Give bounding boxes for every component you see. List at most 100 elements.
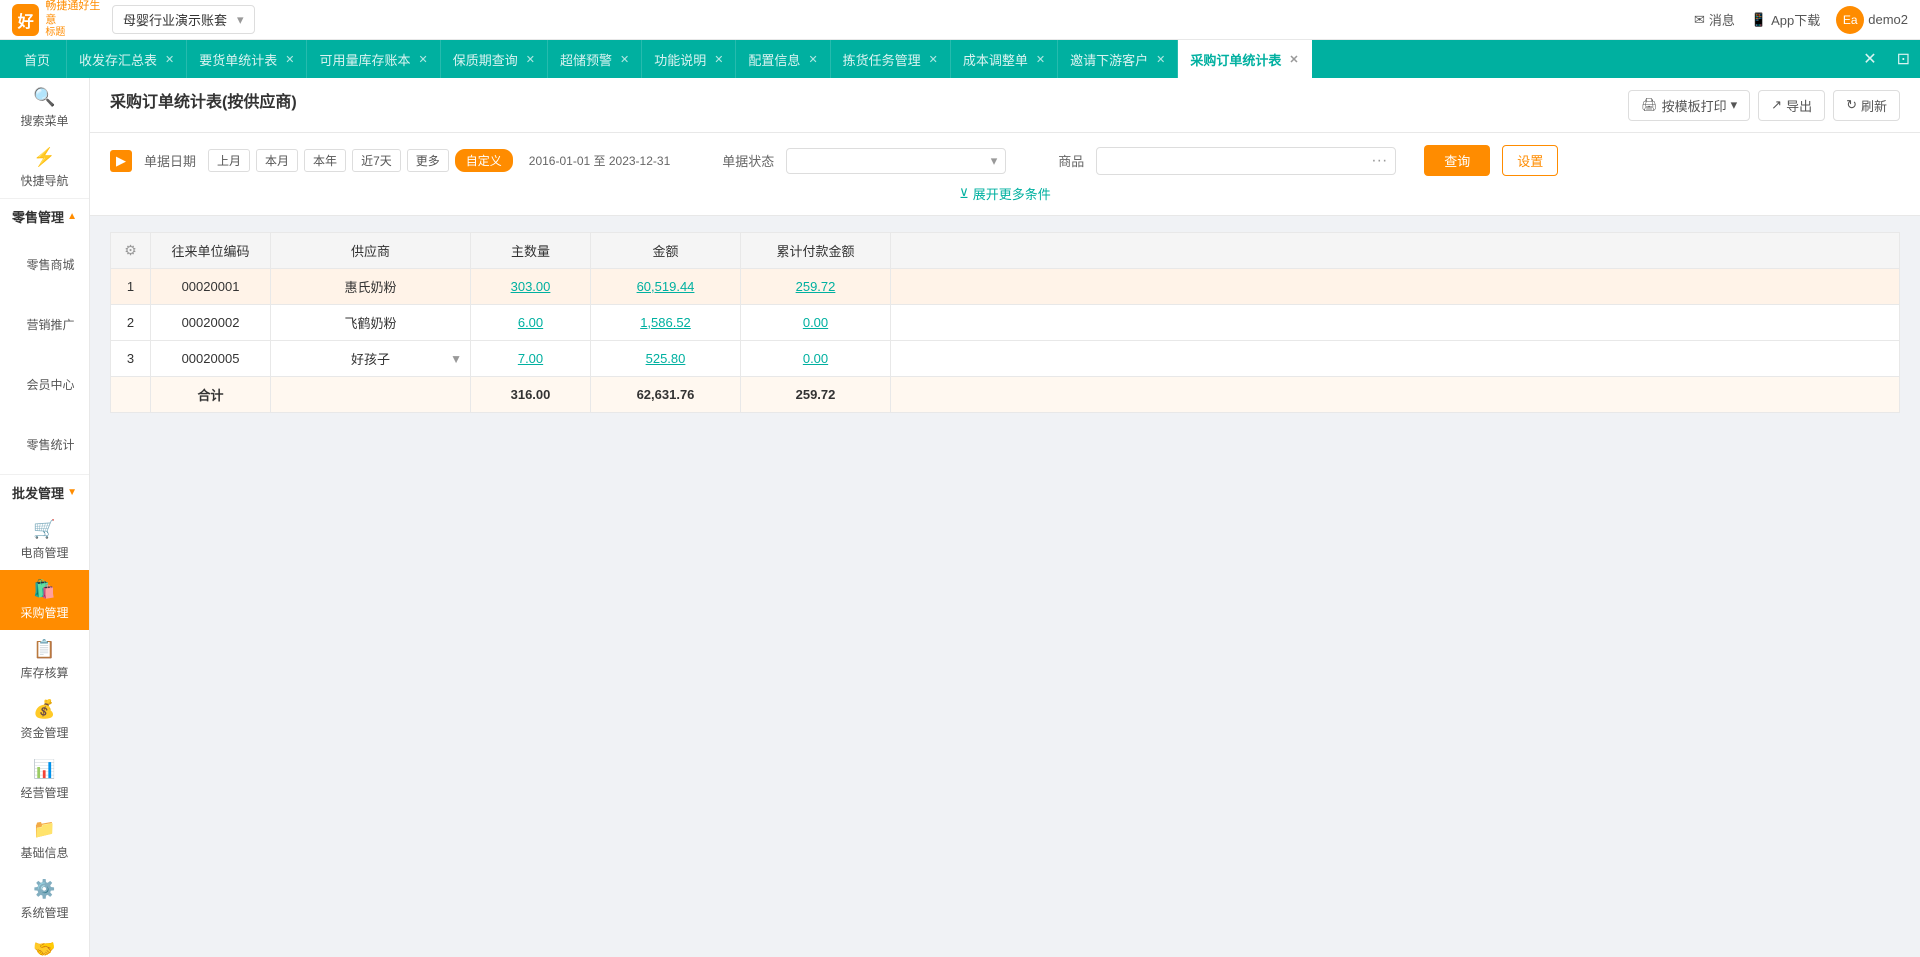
- goods-more-btn[interactable]: ···: [1371, 152, 1387, 170]
- enterprise-icon: 🤝: [33, 939, 55, 957]
- close-tab-requisition[interactable]: ✕: [285, 53, 294, 66]
- sidebar-item-operations[interactable]: 📊 经营管理: [0, 750, 89, 810]
- tab-invite[interactable]: 邀请下游客户 ✕: [1058, 40, 1178, 78]
- close-tab-collection[interactable]: ✕: [165, 53, 174, 66]
- workspace-selector[interactable]: 母婴行业演示账套 ▾: [112, 5, 255, 34]
- status-select-arrow: ▾: [991, 153, 998, 169]
- date-custom[interactable]: 自定义: [455, 149, 513, 172]
- close-tab-purchasesummary[interactable]: ✕: [1289, 53, 1298, 66]
- close-tab-overstock[interactable]: ✕: [620, 53, 629, 66]
- goods-label: 商品: [1058, 151, 1084, 170]
- sidebar-item-marketing[interactable]: 营销推广: [0, 294, 89, 354]
- sidebar-item-member[interactable]: 会员中心: [0, 354, 89, 414]
- tab-requisition[interactable]: 要货单统计表 ✕: [187, 40, 307, 78]
- footer-qty: 316.00: [471, 377, 591, 413]
- date-range: 2016-01-01 至 2023-12-31: [529, 152, 670, 169]
- close-tab-available[interactable]: ✕: [419, 53, 428, 66]
- page-actions: 🖨 按模板打印 ▾ ↗ 导出 ↻ 刷新: [1628, 90, 1900, 121]
- tab-picktask[interactable]: 拣货任务管理 ✕: [831, 40, 951, 78]
- row-paid[interactable]: 0.00: [741, 341, 891, 377]
- search-icon: 🔍: [33, 87, 55, 108]
- print-arrow: ▾: [1731, 97, 1738, 113]
- tab-collection[interactable]: 收发存汇总表 ✕: [67, 40, 187, 78]
- close-tab-costadjust[interactable]: ✕: [1036, 53, 1045, 66]
- status-select[interactable]: ▾: [786, 148, 1006, 174]
- avatar: Ea: [1836, 6, 1864, 34]
- page-header: 采购订单统计表(按供应商) 🖨 按模板打印 ▾ ↗ 导出 ↻ 刷新: [90, 78, 1920, 133]
- app-download-button[interactable]: 📱 App下载: [1751, 10, 1820, 29]
- refresh-icon: ↻: [1846, 97, 1857, 113]
- row-paid[interactable]: 259.72: [741, 269, 891, 305]
- sidebar-item-retailstat[interactable]: 零售统计: [0, 414, 89, 474]
- workspace-label: 母婴行业演示账套: [123, 10, 227, 29]
- sidebar-item-system[interactable]: ⚙️ 系统管理: [0, 870, 89, 930]
- sidebar-item-inventory[interactable]: 📋 库存核算: [0, 630, 89, 690]
- close-tab-config[interactable]: ✕: [808, 53, 817, 66]
- nav-expand-btn[interactable]: ⊡: [1887, 40, 1920, 78]
- row-qty[interactable]: 7.00: [471, 341, 591, 377]
- sidebar-item-purchase[interactable]: 🛍️ 采购管理: [0, 570, 89, 630]
- sidebar-item-enterprise[interactable]: 🤝 企业协同: [0, 930, 89, 957]
- settings-button[interactable]: 设置: [1502, 145, 1558, 176]
- ecommerce-icon: 🛒: [33, 519, 55, 540]
- row-supplier: 惠氏奶粉: [271, 269, 471, 305]
- tab-home[interactable]: 首页: [8, 40, 67, 78]
- tab-purchasesummary[interactable]: 采购订单统计表 ✕: [1178, 40, 1311, 78]
- export-button[interactable]: ↗ 导出: [1758, 90, 1825, 121]
- column-settings-icon[interactable]: ⚙: [124, 242, 137, 258]
- row-amount[interactable]: 60,519.44: [591, 269, 741, 305]
- table-row: 3 00020005 好孩子 ▼ 7.00 525.80 0.00: [111, 341, 1900, 377]
- tab-costadjust[interactable]: 成本调整单 ✕: [951, 40, 1058, 78]
- logo-text: 畅捷通好生意 标题: [45, 0, 102, 38]
- row-no: 2: [111, 305, 151, 341]
- footer-empty-2: [271, 377, 471, 413]
- nav-close-btn[interactable]: ✕: [1853, 40, 1886, 78]
- date-last-7days[interactable]: 近7天: [352, 149, 401, 172]
- basic-icon: 📁: [33, 819, 55, 840]
- message-button[interactable]: ✉ 消息: [1694, 10, 1735, 29]
- col-settings-header[interactable]: ⚙: [111, 233, 151, 269]
- sidebar-item-retailmall[interactable]: 零售商城: [0, 234, 89, 294]
- row-amount[interactable]: 525.80: [591, 341, 741, 377]
- close-tab-invite[interactable]: ✕: [1156, 53, 1165, 66]
- row-expand-icon[interactable]: ▼: [450, 352, 462, 366]
- goods-input[interactable]: ···: [1096, 147, 1396, 175]
- col-extra-header: [891, 233, 1900, 269]
- refresh-button[interactable]: ↻ 刷新: [1833, 90, 1900, 121]
- date-this-month[interactable]: 本月: [256, 149, 298, 172]
- user-menu[interactable]: Ea demo2: [1836, 6, 1908, 34]
- message-icon: ✉: [1694, 12, 1705, 28]
- tab-funcguide[interactable]: 功能说明 ✕: [642, 40, 736, 78]
- close-tab-expiry[interactable]: ✕: [526, 53, 535, 66]
- row-paid[interactable]: 0.00: [741, 305, 891, 341]
- sidebar-item-finance[interactable]: 💰 资金管理: [0, 690, 89, 750]
- row-amount[interactable]: 1,586.52: [591, 305, 741, 341]
- close-tab-funcguide[interactable]: ✕: [714, 53, 723, 66]
- tab-expiry[interactable]: 保质期查询 ✕: [441, 40, 548, 78]
- sidebar-item-wholesale[interactable]: 批发管理 ▼: [0, 474, 89, 510]
- sidebar-item-search[interactable]: 🔍 搜索菜单: [0, 78, 89, 138]
- tab-available[interactable]: 可用量库存账本 ✕: [307, 40, 440, 78]
- tab-overstock[interactable]: 超储预警 ✕: [548, 40, 642, 78]
- query-button[interactable]: 查询: [1424, 145, 1490, 176]
- filter-area: ▶ 单据日期 上月 本月 本年 近7天 更多 自定义 2016-01-01 至 …: [90, 133, 1920, 216]
- sidebar-item-ecommerce[interactable]: 🛒 电商管理: [0, 510, 89, 570]
- operations-icon: 📊: [33, 759, 55, 780]
- close-tab-picktask[interactable]: ✕: [929, 53, 938, 66]
- sidebar-item-retail[interactable]: 零售管理 ▲: [0, 198, 89, 234]
- filter-toggle-btn[interactable]: ▶: [110, 150, 132, 172]
- date-last-month[interactable]: 上月: [208, 149, 250, 172]
- sidebar-item-basic[interactable]: 📁 基础信息: [0, 810, 89, 870]
- row-extra: [891, 269, 1900, 305]
- table-row: 1 00020001 惠氏奶粉 303.00 60,519.44 259.72: [111, 269, 1900, 305]
- table-row: 2 00020002 飞鹤奶粉 6.00 1,586.52 0.00: [111, 305, 1900, 341]
- expand-more-btn[interactable]: ⊻ 展开更多条件: [959, 184, 1051, 203]
- print-button[interactable]: 🖨 按模板打印 ▾: [1628, 90, 1750, 121]
- sidebar-item-quick[interactable]: ⚡ 快捷导航: [0, 138, 89, 198]
- table-footer-row: 合计 316.00 62,631.76 259.72: [111, 377, 1900, 413]
- date-more[interactable]: 更多: [407, 149, 449, 172]
- row-qty[interactable]: 6.00: [471, 305, 591, 341]
- tab-config[interactable]: 配置信息 ✕: [736, 40, 830, 78]
- row-qty[interactable]: 303.00: [471, 269, 591, 305]
- date-this-year[interactable]: 本年: [304, 149, 346, 172]
